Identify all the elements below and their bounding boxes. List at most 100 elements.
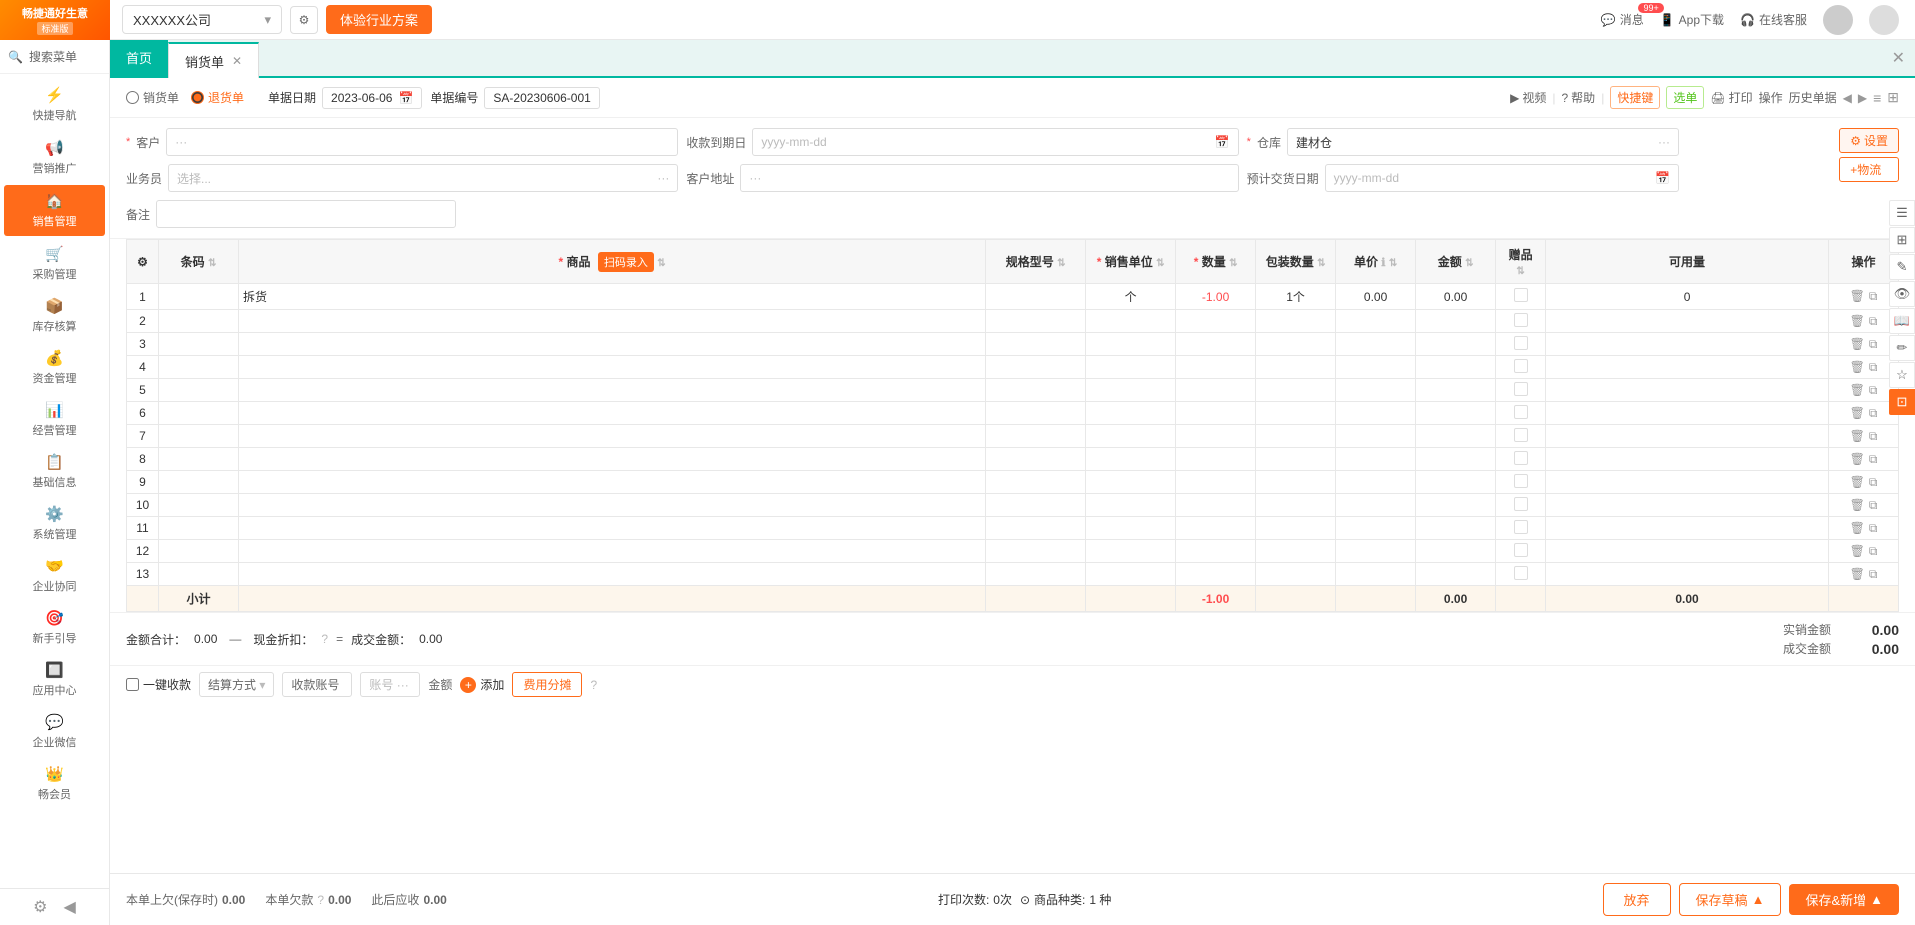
grid-view-btn[interactable]: ⊞ bbox=[1887, 89, 1899, 106]
row1-gift[interactable] bbox=[1496, 284, 1546, 310]
th-pkg-sort[interactable]: ⇅ bbox=[1317, 258, 1325, 269]
customer-input[interactable]: ··· bbox=[166, 128, 678, 156]
tab-home[interactable]: 首页 bbox=[110, 40, 168, 76]
note-input[interactable] bbox=[156, 200, 456, 228]
print-btn[interactable]: 🖨 打印 bbox=[1710, 89, 1752, 106]
due-date-input[interactable]: yyyy-mm-dd 📅 bbox=[752, 128, 1238, 156]
row1-pkg-qty[interactable]: 1个 bbox=[1256, 284, 1336, 310]
main-close-icon[interactable]: ✕ bbox=[1892, 48, 1905, 68]
sidebar-item-operation[interactable]: 📊 经营管理 bbox=[0, 394, 109, 445]
sidebar-item-app-center[interactable]: 🔲 应用中心 bbox=[0, 654, 109, 705]
row-copy-icon[interactable]: ⧉ bbox=[1869, 314, 1878, 329]
warehouse-input[interactable]: 建材仓 ··· bbox=[1287, 128, 1679, 156]
right-edit-btn[interactable]: ✎ bbox=[1889, 254, 1915, 280]
row1-barcode[interactable] bbox=[159, 284, 239, 310]
th-qty-sort[interactable]: ⇅ bbox=[1229, 258, 1237, 269]
save-draft-btn[interactable]: 保存草稿 ▲ bbox=[1679, 883, 1782, 916]
sidebar-item-guide[interactable]: 🎯 新手引导 bbox=[0, 602, 109, 653]
video-btn[interactable]: ▶ 视频 bbox=[1510, 89, 1546, 106]
salesman-input[interactable]: 选择... ··· bbox=[168, 164, 678, 192]
sidebar-item-inventory[interactable]: 📦 库存核算 bbox=[0, 290, 109, 341]
th-settings[interactable]: ⚙ bbox=[127, 240, 159, 284]
th-gift-sort[interactable]: ⇅ bbox=[1516, 266, 1524, 277]
right-grid-view-btn[interactable]: ⊞ bbox=[1889, 227, 1915, 253]
shortcut-btn[interactable]: 快捷键 bbox=[1610, 86, 1660, 109]
expense-btn[interactable]: 费用分摊 bbox=[512, 672, 582, 697]
row-delete-icon[interactable]: 🗑 bbox=[1850, 314, 1865, 329]
th-amount-sort[interactable]: ⇅ bbox=[1465, 258, 1473, 269]
payment-help-icon[interactable]: ? bbox=[590, 678, 597, 692]
tab-sales-order[interactable]: 销货单 ✕ bbox=[168, 42, 259, 78]
operate-btn[interactable]: 操作 bbox=[1759, 89, 1783, 106]
help-btn[interactable]: ? 帮助 bbox=[1561, 89, 1595, 106]
row1-price[interactable]: 0.00 bbox=[1336, 284, 1416, 310]
row1-product[interactable]: 拆货 bbox=[239, 284, 986, 310]
one-key-checkbox[interactable] bbox=[126, 678, 139, 691]
sidebar-settings-btn[interactable]: ⚙ bbox=[33, 897, 47, 917]
right-eye-btn[interactable]: 👁 bbox=[1889, 281, 1915, 307]
trial-btn[interactable]: 体验行业方案 bbox=[326, 5, 432, 34]
sidebar-item-capital[interactable]: 💰 资金管理 bbox=[0, 342, 109, 393]
avatar-btn[interactable] bbox=[1869, 5, 1899, 35]
sidebar-item-wechat[interactable]: 💬 企业微信 bbox=[0, 706, 109, 757]
add-payment-btn[interactable]: + 添加 bbox=[460, 676, 504, 693]
company-selector[interactable]: XXXXXX公司 ▾ bbox=[122, 5, 282, 34]
abandon-btn[interactable]: 放弃 bbox=[1603, 883, 1671, 916]
row1-amount[interactable]: 0.00 bbox=[1416, 284, 1496, 310]
list-view-btn[interactable]: ≡ bbox=[1873, 90, 1881, 106]
sidebar-search[interactable]: 🔍 搜索菜单 bbox=[0, 40, 109, 74]
th-product-sort[interactable]: ⇅ bbox=[657, 258, 665, 269]
sidebar-item-base-info[interactable]: 📋 基础信息 bbox=[0, 446, 109, 497]
avatar[interactable] bbox=[1823, 5, 1853, 35]
price-info-icon[interactable]: ℹ bbox=[1381, 257, 1385, 269]
customer-addr-input[interactable]: ··· bbox=[740, 164, 1238, 192]
date-picker[interactable]: 2023-06-06 📅 bbox=[322, 87, 422, 109]
account-number-input[interactable]: 账号 ··· bbox=[360, 672, 420, 697]
sidebar-item-purchase[interactable]: 🛒 采购管理 bbox=[0, 238, 109, 289]
right-orange-action-btn[interactable]: ⊡ bbox=[1889, 389, 1915, 415]
tab-close-icon[interactable]: ✕ bbox=[232, 54, 242, 68]
notice-btn[interactable]: 💬 消息 99+ bbox=[1601, 11, 1644, 28]
expected-date-input[interactable]: yyyy-mm-dd 📅 bbox=[1325, 164, 1679, 192]
row1-delete-icon[interactable]: 🗑 bbox=[1850, 289, 1865, 304]
th-unit-sort[interactable]: ⇅ bbox=[1156, 258, 1164, 269]
sidebar-item-marketing[interactable]: 📢 营销推广 bbox=[0, 132, 109, 183]
number-value[interactable]: SA-20230606-001 bbox=[484, 87, 599, 109]
radio-return[interactable]: 退货单 bbox=[191, 89, 244, 106]
method-select[interactable]: 结算方式 ▾ bbox=[199, 672, 274, 697]
settings-btn[interactable]: ⚙ 设置 bbox=[1839, 128, 1899, 153]
history-btn[interactable]: 历史单据 bbox=[1789, 89, 1837, 106]
one-key-payment-check[interactable]: 一键收款 bbox=[126, 676, 191, 693]
th-spec-sort[interactable]: ⇅ bbox=[1057, 258, 1065, 269]
sidebar-item-system[interactable]: ⚙️ 系统管理 bbox=[0, 498, 109, 549]
radio-return-input[interactable] bbox=[191, 91, 204, 104]
th-barcode-sort[interactable]: ⇅ bbox=[208, 258, 216, 269]
row1-unit[interactable]: 个 bbox=[1086, 284, 1176, 310]
sidebar-item-sales[interactable]: 🏠 销售管理 bbox=[4, 185, 105, 236]
radio-sales[interactable]: 销货单 bbox=[126, 89, 179, 106]
row1-qty[interactable]: -1.00 bbox=[1176, 284, 1256, 310]
prev-btn[interactable]: ◀ bbox=[1843, 91, 1852, 105]
sidebar-item-member[interactable]: 👑 畅会员 bbox=[0, 758, 109, 809]
th-price-sort[interactable]: ⇅ bbox=[1389, 258, 1397, 269]
sidebar-item-quick-nav[interactable]: ⚡ 快捷导航 bbox=[0, 79, 109, 130]
right-pencil-btn[interactable]: ✏ bbox=[1889, 335, 1915, 361]
right-star-btn[interactable]: ☆ bbox=[1889, 362, 1915, 388]
own-count-info[interactable]: ? bbox=[317, 893, 324, 907]
account-select[interactable]: 收款账号 bbox=[282, 672, 352, 697]
row1-copy-icon[interactable]: ⧉ bbox=[1869, 289, 1878, 304]
radio-sales-input[interactable] bbox=[126, 91, 139, 104]
next-btn[interactable]: ▶ bbox=[1858, 91, 1867, 105]
right-book-btn[interactable]: 📖 bbox=[1889, 308, 1915, 334]
service-btn[interactable]: 🎧 在线客服 bbox=[1740, 11, 1807, 28]
select-btn[interactable]: 选单 bbox=[1666, 86, 1704, 109]
right-table-view-btn[interactable]: ☰ bbox=[1889, 200, 1915, 226]
sidebar-collapse-btn[interactable]: ◀ bbox=[64, 897, 76, 917]
logistics-btn[interactable]: +物流 bbox=[1839, 157, 1899, 182]
scan-btn[interactable]: 扫码录入 bbox=[598, 252, 654, 272]
sidebar-item-enterprise[interactable]: 🤝 企业协同 bbox=[0, 550, 109, 601]
save-new-btn[interactable]: 保存&新增 ▲ bbox=[1789, 884, 1899, 915]
row1-spec[interactable] bbox=[986, 284, 1086, 310]
settings-gear-btn[interactable]: ⚙ bbox=[290, 6, 318, 34]
discount-info-icon[interactable]: ? bbox=[321, 632, 328, 646]
